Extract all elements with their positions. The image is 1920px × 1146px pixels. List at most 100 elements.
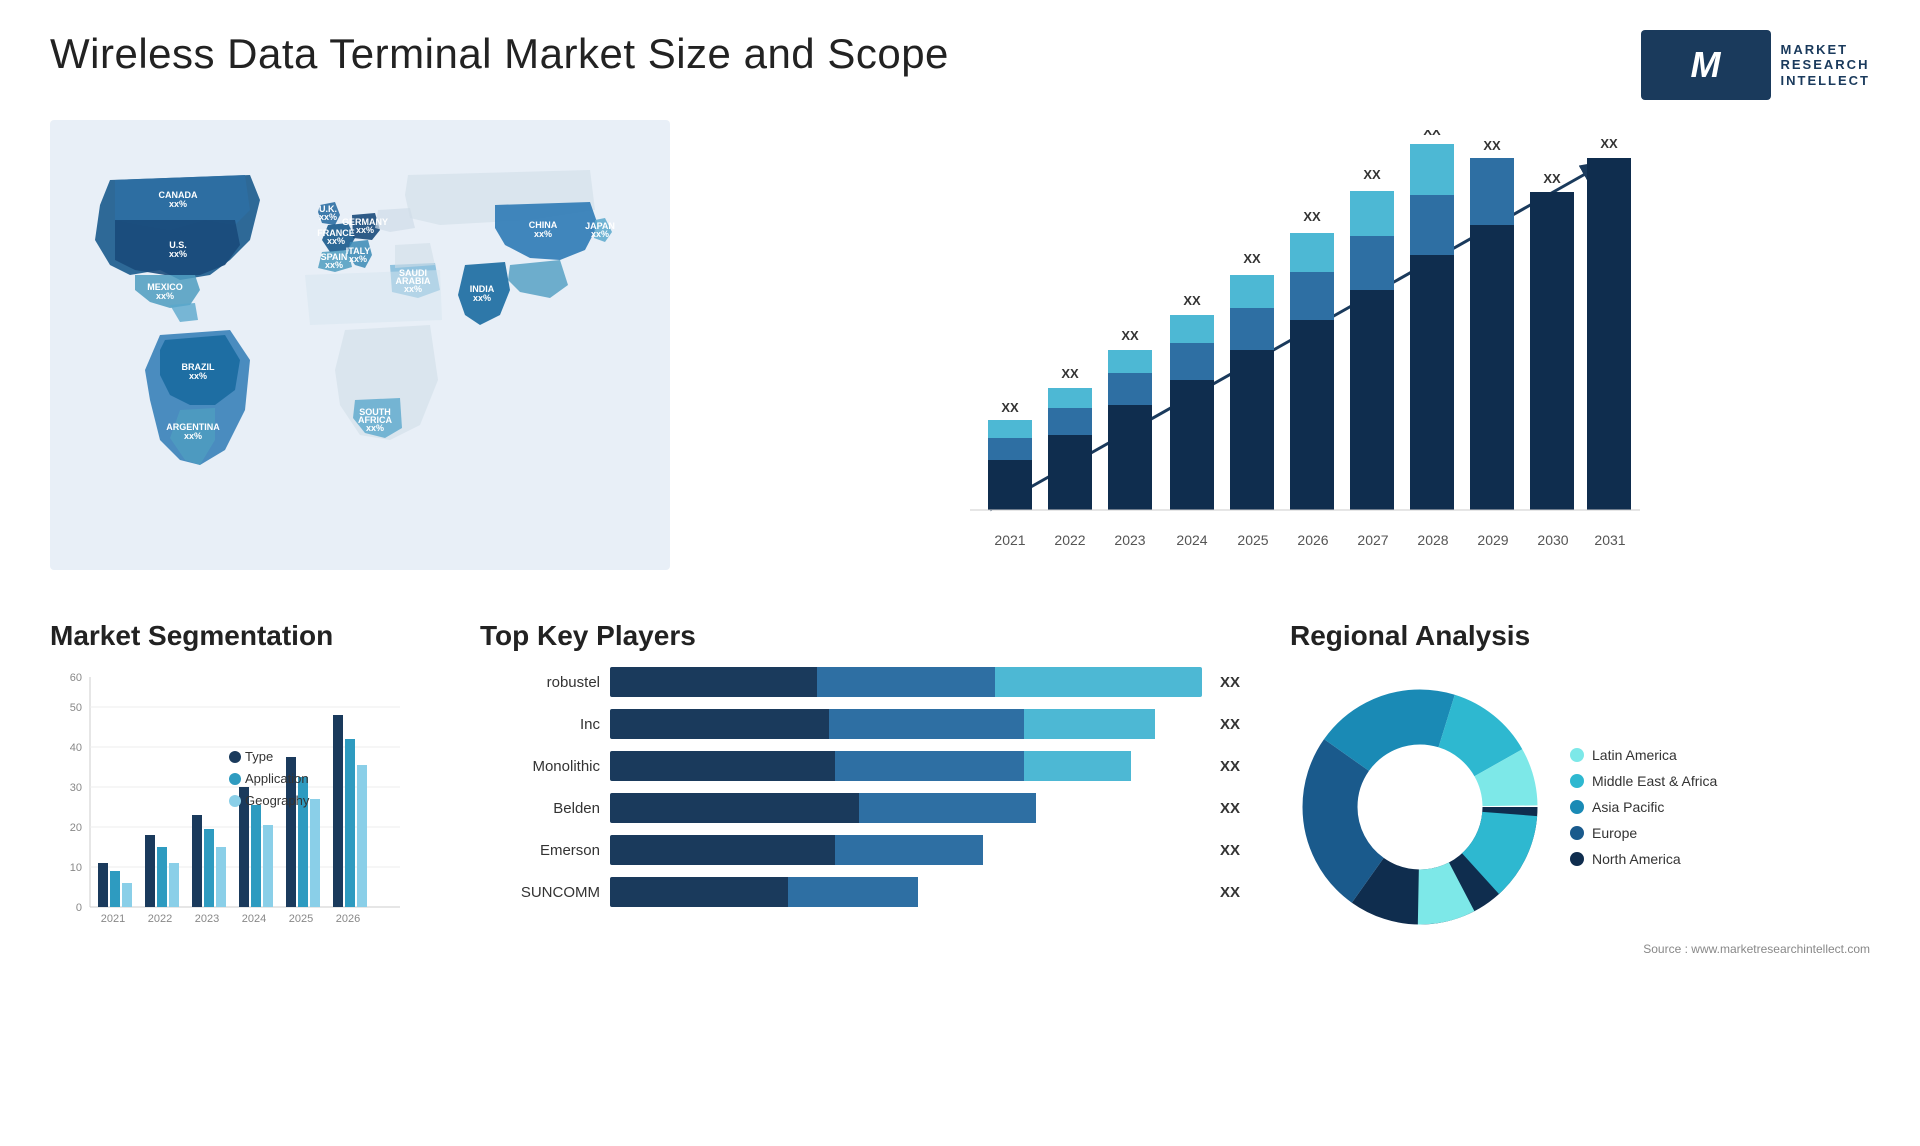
- svg-text:xx%: xx%: [356, 225, 374, 235]
- svg-text:xx%: xx%: [591, 229, 609, 239]
- svg-text:0: 0: [76, 902, 82, 914]
- bar-seg3: [1024, 751, 1131, 781]
- logo-line2: RESEARCH: [1781, 57, 1871, 73]
- player-bar: [610, 751, 1202, 781]
- svg-text:2026: 2026: [1297, 532, 1328, 548]
- player-xx-label: XX: [1220, 800, 1240, 817]
- bar-seg2: [859, 793, 1037, 823]
- player-bar-container: [610, 793, 1202, 823]
- bar-seg2: [829, 709, 1024, 739]
- svg-text:2024: 2024: [242, 913, 266, 925]
- regional-section: Regional Analysis: [1290, 620, 1870, 956]
- bar-seg1: [610, 751, 835, 781]
- bar-seg2: [835, 835, 983, 865]
- page-header: Wireless Data Terminal Market Size and S…: [50, 30, 1870, 100]
- regional-title: Regional Analysis: [1290, 620, 1870, 652]
- logo-box: M: [1641, 30, 1771, 100]
- legend-label: Latin America: [1592, 747, 1677, 763]
- svg-text:2023: 2023: [195, 913, 219, 925]
- legend-dot: [1570, 748, 1584, 762]
- player-row-inc: Inc XX: [480, 709, 1240, 739]
- player-bar-container: [610, 751, 1202, 781]
- legend-dot: [1570, 826, 1584, 840]
- svg-text:XX: XX: [1121, 328, 1139, 343]
- player-row-monolithic: Monolithic XX: [480, 751, 1240, 781]
- main-grid: CANADA xx% U.S. xx% MEXICO xx% BRAZIL xx…: [50, 120, 1870, 956]
- bar-seg2: [817, 667, 995, 697]
- svg-text:2031: 2031: [1594, 532, 1625, 548]
- svg-text:Type: Type: [245, 749, 273, 764]
- svg-text:30: 30: [70, 782, 82, 794]
- player-xx-label: XX: [1220, 674, 1240, 691]
- player-bar: [610, 709, 1202, 739]
- segmentation-chart-svg: 0 10 20 30 40 50 60 202: [50, 667, 430, 947]
- svg-text:xx%: xx%: [184, 431, 202, 441]
- legend-label: Asia Pacific: [1592, 799, 1664, 815]
- legend-item-north-america: North America: [1570, 851, 1717, 867]
- legend-label: Middle East & Africa: [1592, 773, 1717, 789]
- player-bar: [610, 835, 1202, 865]
- legend-dot: [1570, 774, 1584, 788]
- legend-item-middle-east: Middle East & Africa: [1570, 773, 1717, 789]
- logo-area: M MARKET RESEARCH INTELLECT: [1641, 30, 1871, 100]
- svg-text:XX: XX: [1600, 136, 1618, 151]
- svg-text:2026: 2026: [336, 913, 360, 925]
- svg-text:XX: XX: [1061, 366, 1079, 381]
- map-section: CANADA xx% U.S. xx% MEXICO xx% BRAZIL xx…: [50, 120, 670, 600]
- svg-text:2022: 2022: [148, 913, 172, 925]
- player-bar-container: [610, 877, 1202, 907]
- player-row-suncomm: SUNCOMM XX: [480, 877, 1240, 907]
- svg-text:2025: 2025: [1237, 532, 1268, 548]
- player-row-belden: Belden XX: [480, 793, 1240, 823]
- svg-text:xx%: xx%: [189, 371, 207, 381]
- bar-seg1: [610, 709, 829, 739]
- logo-line1: MARKET: [1781, 42, 1871, 58]
- bar-seg1: [610, 835, 835, 865]
- page-title: Wireless Data Terminal Market Size and S…: [50, 30, 949, 78]
- player-name: robustel: [480, 674, 600, 691]
- player-row-emerson: Emerson XX: [480, 835, 1240, 865]
- world-map-svg: CANADA xx% U.S. xx% MEXICO xx% BRAZIL xx…: [50, 120, 670, 570]
- svg-text:Geography: Geography: [245, 793, 310, 808]
- legend-item-asia-pacific: Asia Pacific: [1570, 799, 1717, 815]
- player-name: SUNCOMM: [480, 884, 600, 901]
- donut-chart-svg: [1290, 677, 1550, 937]
- bottom-section: Market Segmentation 0 10 20 30 40 50: [50, 620, 1870, 956]
- player-bar-container: [610, 835, 1202, 865]
- svg-text:XX: XX: [1423, 130, 1441, 138]
- svg-text:xx%: xx%: [156, 291, 174, 301]
- player-bar: [610, 877, 1202, 907]
- bar-chart-section: 2021 2022 2023 2024 2025 2026 2027 2028 …: [690, 120, 1870, 600]
- legend-item-europe: Europe: [1570, 825, 1717, 841]
- svg-text:2021: 2021: [101, 913, 125, 925]
- donut-area: Latin America Middle East & Africa Asia …: [1290, 677, 1870, 937]
- logo-m-icon: M: [1691, 44, 1721, 86]
- segmentation-section: Market Segmentation 0 10 20 30 40 50: [50, 620, 430, 956]
- player-name: Emerson: [480, 842, 600, 859]
- svg-text:XX: XX: [1483, 138, 1501, 153]
- player-name: Belden: [480, 800, 600, 817]
- svg-text:2028: 2028: [1417, 532, 1448, 548]
- svg-text:xx%: xx%: [169, 199, 187, 209]
- bar-seg3: [995, 667, 1202, 697]
- svg-text:xx%: xx%: [366, 423, 384, 433]
- player-xx-label: XX: [1220, 758, 1240, 775]
- svg-text:xx%: xx%: [473, 293, 491, 303]
- bar-seg2: [788, 877, 918, 907]
- bar-seg2: [835, 751, 1024, 781]
- logo-text: MARKET RESEARCH INTELLECT: [1781, 42, 1871, 89]
- legend-label: North America: [1592, 851, 1681, 867]
- svg-text:50: 50: [70, 702, 82, 714]
- svg-text:xx%: xx%: [327, 236, 345, 246]
- regional-legend: Latin America Middle East & Africa Asia …: [1570, 747, 1717, 867]
- bar-seg1: [610, 793, 859, 823]
- svg-text:10: 10: [70, 862, 82, 874]
- player-bar-container: [610, 709, 1202, 739]
- bar-seg3: [1024, 709, 1154, 739]
- svg-text:xx%: xx%: [349, 254, 367, 264]
- svg-text:2030: 2030: [1537, 532, 1568, 548]
- svg-text:2024: 2024: [1176, 532, 1207, 548]
- seg-chart-container: 0 10 20 30 40 50 60 202: [50, 667, 430, 952]
- svg-text:XX: XX: [1243, 251, 1261, 266]
- player-bar-container: [610, 667, 1202, 697]
